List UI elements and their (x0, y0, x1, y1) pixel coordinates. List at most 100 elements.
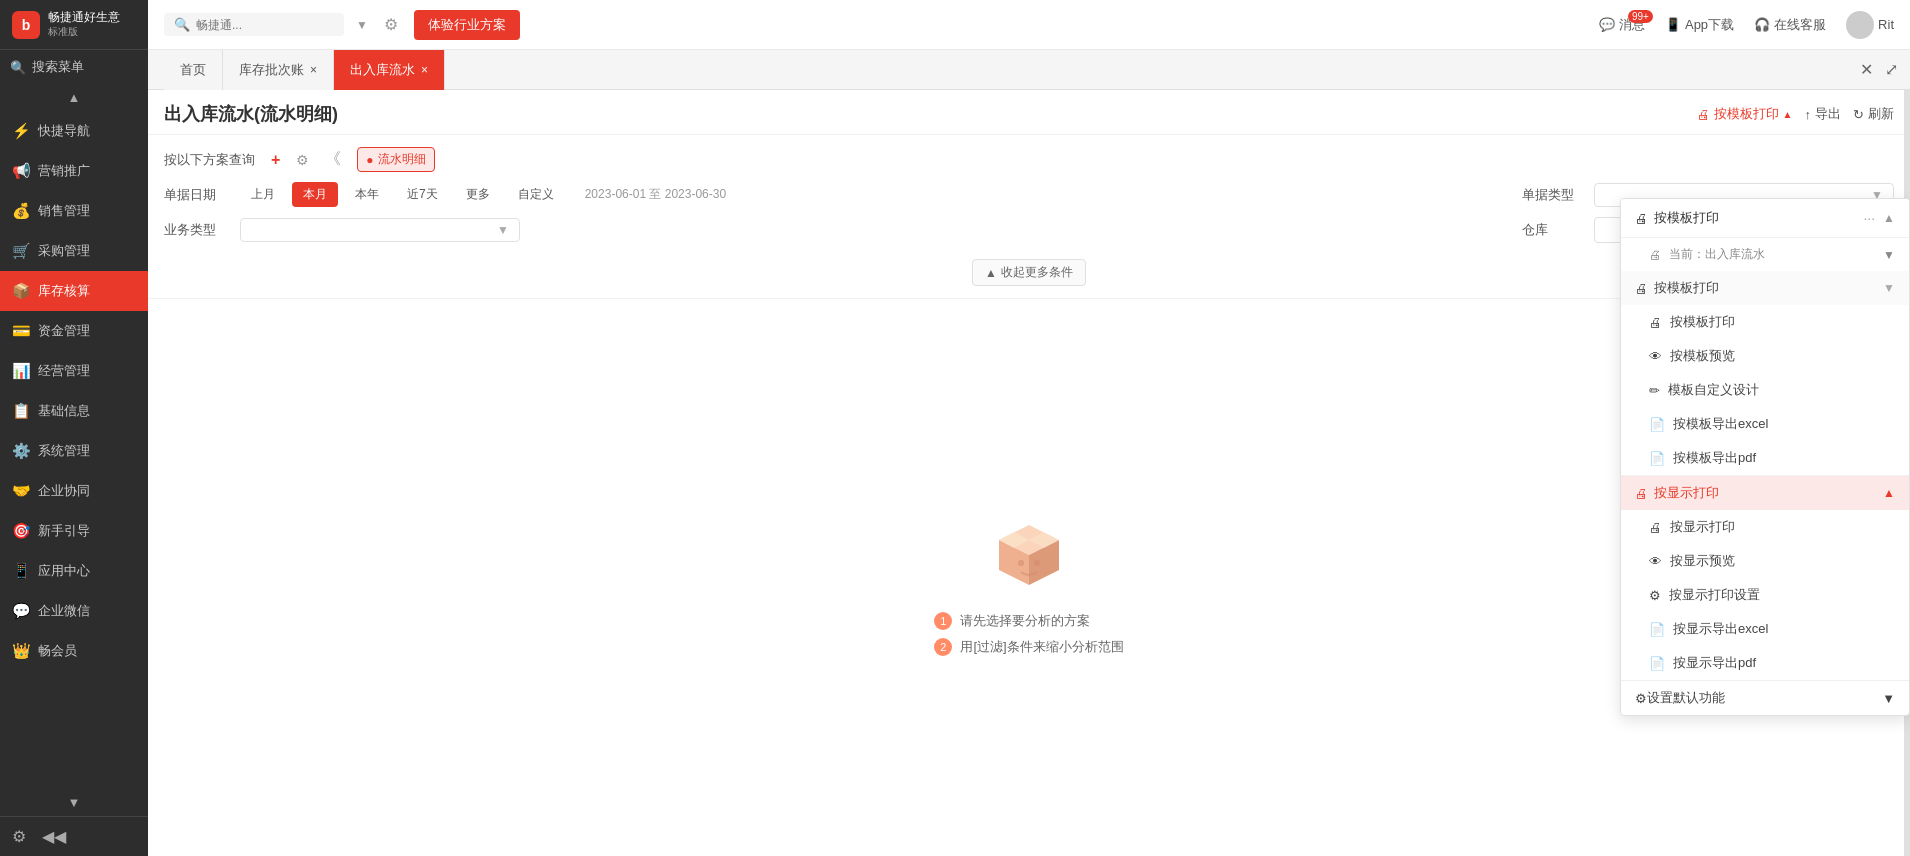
tab-batch-ledger[interactable]: 库存批次账 × (223, 50, 334, 90)
sidebar-scroll-down[interactable]: ▼ (0, 789, 148, 816)
tab-close-all-btn[interactable]: ✕ (1856, 56, 1877, 83)
tab-home[interactable]: 首页 (164, 50, 223, 90)
topbar-search-input[interactable] (196, 18, 316, 32)
app-download-btn[interactable]: 📱 App下载 (1665, 16, 1734, 34)
tab-batch-ledger-label: 库存批次账 (239, 61, 304, 79)
sidebar-item-label: 新手引导 (38, 522, 90, 540)
chip-last-month[interactable]: 上月 (240, 182, 286, 207)
print-template-label: 按模板打印 (1714, 105, 1779, 123)
wechat-icon: 💬 (12, 602, 30, 620)
settings-icon[interactable]: ⚙ (12, 827, 26, 846)
dp-display-print-item[interactable]: 🖨 按显示打印 (1621, 510, 1909, 544)
dropdown-footer[interactable]: ⚙ 设置默认功能 ▼ (1621, 681, 1909, 715)
app-center-icon: 📱 (12, 562, 30, 580)
empty-step-2: 2 用[过滤]条件来缩小分析范围 (934, 638, 1123, 656)
section-display-header[interactable]: 🖨 按显示打印 ▲ (1621, 476, 1909, 510)
sidebar-item-label: 库存核算 (38, 282, 90, 300)
page-actions: 🖨 按模板打印 ▲ ↑ 导出 ↻ 刷新 (1697, 105, 1894, 123)
dropdown-panel: 🖨 按模板打印 ··· ▲ 🖨 当前：出入库流水 ▼ 🖨 (1620, 198, 1910, 716)
sidebar-item-purchase[interactable]: 🛒 采购管理 (0, 231, 148, 271)
sidebar-item-wechat[interactable]: 💬 企业微信 (0, 591, 148, 631)
dp-display-preview-item[interactable]: 👁 按显示预览 (1621, 544, 1909, 578)
print-icon: 🖨 (1697, 107, 1710, 122)
sidebar: b 畅捷通好生意 标准版 🔍 搜索菜单 ▲ ⚡ 快捷导航 📢 营销推广 💰 销售… (0, 0, 148, 856)
tab-flow-close[interactable]: × (421, 63, 428, 77)
tab-batch-ledger-close[interactable]: × (310, 63, 317, 77)
chip-this-month[interactable]: 本月 (292, 182, 338, 207)
dp-template-preview-item[interactable]: 👁 按模板预览 (1621, 339, 1909, 373)
sidebar-scroll-up[interactable]: ▲ (0, 84, 148, 111)
current-icon: 🖨 (1649, 248, 1661, 262)
collapse-conditions-btn[interactable]: ▲ 收起更多条件 (972, 259, 1086, 286)
topbar-right: 💬 消息 99+ 📱 App下载 🎧 在线客服 Rit (1599, 11, 1894, 39)
user-profile[interactable]: Rit (1846, 11, 1894, 39)
system-icon: ⚙️ (12, 442, 30, 460)
sidebar-item-operations[interactable]: 📊 经营管理 (0, 351, 148, 391)
export-btn[interactable]: ↑ 导出 (1805, 105, 1842, 123)
print-template-btn[interactable]: 🖨 按模板打印 ▲ (1697, 105, 1793, 123)
online-service-btn[interactable]: 🎧 在线客服 (1754, 16, 1826, 34)
topbar-search-box[interactable]: 🔍 (164, 13, 344, 36)
sidebar-item-guide[interactable]: 🎯 新手引导 (0, 511, 148, 551)
sidebar-item-cooperation[interactable]: 🤝 企业协同 (0, 471, 148, 511)
section-template-expand[interactable]: ▼ (1883, 281, 1895, 295)
purchase-icon: 🛒 (12, 242, 30, 260)
dots-icon[interactable]: ··· (1863, 210, 1875, 226)
dp-template-pdf-item[interactable]: 📄 按模板导出pdf (1621, 441, 1909, 475)
filter-row-1: 按以下方案查询 + ⚙ 《 ● 流水明细 (164, 147, 1894, 172)
dp-template-excel-item[interactable]: 📄 按模板导出excel (1621, 407, 1909, 441)
filter-tag-icon: ● (366, 153, 373, 167)
sidebar-item-system[interactable]: ⚙️ 系统管理 (0, 431, 148, 471)
message-btn[interactable]: 💬 消息 99+ (1599, 16, 1645, 34)
sidebar-item-label: 经营管理 (38, 362, 90, 380)
chip-7days[interactable]: 近7天 (396, 182, 449, 207)
sidebar-item-basic[interactable]: 📋 基础信息 (0, 391, 148, 431)
tab-maximize-btn[interactable]: ⤢ (1881, 56, 1902, 83)
biz-type-select[interactable]: ▼ (240, 218, 520, 242)
chip-custom[interactable]: 自定义 (507, 182, 565, 207)
tab-flow[interactable]: 出入库流水 × (334, 50, 445, 90)
sidebar-item-finance[interactable]: 💳 资金管理 (0, 311, 148, 351)
printer-icon: 🖨 (1635, 281, 1648, 296)
sidebar-item-label: 快捷导航 (38, 122, 90, 140)
sidebar-search[interactable]: 🔍 搜索菜单 (0, 50, 148, 84)
sidebar-nav: ⚡ 快捷导航 📢 营销推广 💰 销售管理 🛒 采购管理 📦 库存核算 💳 资金管… (0, 111, 148, 789)
biz-type-label: 业务类型 (164, 221, 224, 239)
dp-display-settings-item[interactable]: ⚙ 按显示打印设置 (1621, 578, 1909, 612)
section-display-expand[interactable]: ▲ (1883, 486, 1895, 500)
chip-this-year[interactable]: 本年 (344, 182, 390, 207)
user-avatar (1846, 11, 1874, 39)
topbar-chevron-icon[interactable]: ▼ (356, 18, 368, 32)
template-preview-label: 按模板预览 (1670, 347, 1735, 365)
dp-display-excel-item[interactable]: 📄 按显示导出excel (1621, 612, 1909, 646)
sidebar-item-quick-nav[interactable]: ⚡ 快捷导航 (0, 111, 148, 151)
section-display-text: 按显示打印 (1654, 484, 1719, 502)
filter-collapse-btn[interactable]: 《 (325, 149, 341, 170)
sidebar-item-app-center[interactable]: 📱 应用中心 (0, 551, 148, 591)
empty-illustration (979, 500, 1079, 600)
section-template-header[interactable]: 🖨 按模板打印 ▼ (1621, 271, 1909, 305)
sidebar-item-marketing[interactable]: 📢 营销推广 (0, 151, 148, 191)
filter-settings-btn[interactable]: ⚙ (296, 152, 309, 168)
dp-display-pdf-item[interactable]: 📄 按显示导出pdf (1621, 646, 1909, 680)
dp-template-custom-item[interactable]: ✏ 模板自定义设计 (1621, 373, 1909, 407)
dropdown-collapse-icon[interactable]: ▲ (1883, 211, 1895, 225)
sidebar-item-inventory[interactable]: 📦 库存核算 (0, 271, 148, 311)
filter-add-btn[interactable]: + (271, 151, 280, 169)
collapse-sidebar-icon[interactable]: ◀◀ (42, 827, 66, 846)
chip-more[interactable]: 更多 (455, 182, 501, 207)
section-template-text: 按模板打印 (1654, 279, 1719, 297)
refresh-label: 刷新 (1868, 105, 1894, 123)
sidebar-item-sales[interactable]: 💰 销售管理 (0, 191, 148, 231)
filter-tag-label: 流水明细 (378, 151, 426, 168)
marketing-icon: 📢 (12, 162, 30, 180)
display-print-icon: 🖨 (1649, 520, 1662, 535)
date-filter-label: 单据日期 (164, 186, 224, 204)
dp-template-print-item[interactable]: 🖨 按模板打印 (1621, 305, 1909, 339)
topbar-gear-icon[interactable]: ⚙ (384, 15, 398, 34)
refresh-btn[interactable]: ↻ 刷新 (1853, 105, 1894, 123)
sidebar-item-member[interactable]: 👑 畅会员 (0, 631, 148, 671)
display-settings-icon: ⚙ (1649, 588, 1661, 603)
industry-btn[interactable]: 体验行业方案 (414, 10, 520, 40)
template-custom-icon: ✏ (1649, 383, 1660, 398)
